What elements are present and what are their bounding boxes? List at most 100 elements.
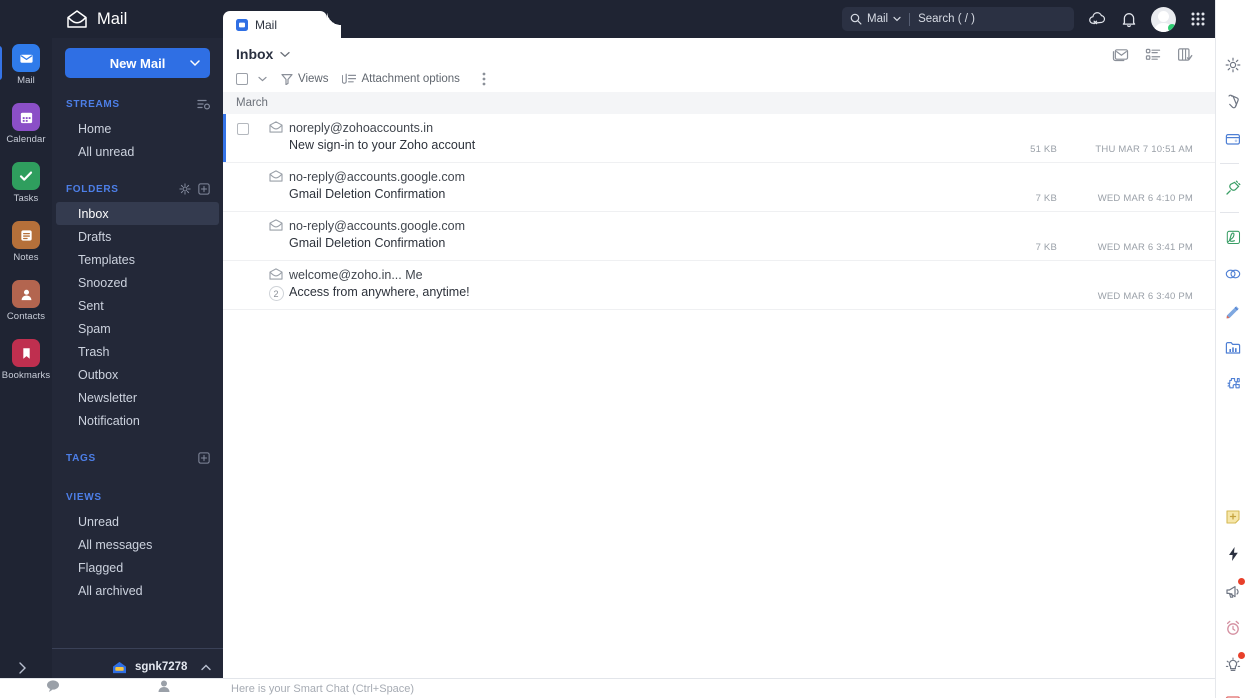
app-rail-item-tasks[interactable]: Tasks — [0, 162, 52, 204]
tab-mail-label: Mail — [255, 17, 278, 32]
calendar-icon — [12, 103, 40, 131]
message-row-select[interactable] — [223, 114, 263, 162]
message-row[interactable]: noreply@zohoaccounts.in New sign-in to yo… — [223, 114, 1215, 163]
page-title: Inbox — [236, 46, 274, 62]
envelope-open-icon[interactable] — [269, 219, 283, 231]
folder-item-inbox[interactable]: Inbox — [56, 202, 219, 225]
account-section: sgnk7278 — [52, 648, 223, 678]
message-sender: welcome@zoho.in... Me — [289, 268, 423, 282]
gear-icon[interactable] — [179, 183, 191, 195]
select-all-checkbox[interactable] — [236, 73, 267, 85]
app-rail-item-contacts[interactable]: Contacts — [0, 280, 52, 322]
chevron-down-icon[interactable] — [893, 16, 901, 22]
stream-item-all-unread[interactable]: All unread — [56, 140, 219, 163]
chevron-down-icon[interactable] — [258, 76, 267, 82]
plug-icon[interactable] — [1220, 175, 1246, 201]
folder-item-sent[interactable]: Sent — [56, 294, 219, 317]
link-chain-icon[interactable] — [1220, 261, 1246, 287]
avatar[interactable] — [1151, 6, 1176, 32]
view-item-flagged[interactable]: Flagged — [56, 556, 219, 579]
right-rail-spacer — [1220, 409, 1246, 504]
bottom-contacts[interactable]: Contacts — [148, 679, 181, 698]
message-checkbox[interactable] — [237, 123, 249, 135]
folder-item-label: Drafts — [78, 229, 112, 244]
app-rail-item-mail[interactable]: Mail — [0, 44, 52, 86]
folder-item-drafts[interactable]: Drafts — [56, 225, 219, 248]
views-button[interactable]: Views — [281, 73, 328, 85]
megaphone-icon[interactable] — [1220, 578, 1246, 604]
alarm-clock-icon[interactable] — [1220, 615, 1246, 641]
message-row[interactable]: no-reply@accounts.google.com Gmail Deleti… — [223, 163, 1215, 212]
comment-icon[interactable] — [1220, 689, 1246, 698]
bottom-strip: Chats Contacts — [0, 678, 223, 698]
chevron-up-icon[interactable] — [201, 664, 211, 671]
message-row-texts: welcome@zoho.in... Me Access from anywher… — [289, 268, 470, 309]
folder-item-snoozed[interactable]: Snoozed — [56, 271, 219, 294]
stream-item-home[interactable]: Home — [56, 117, 219, 140]
streams-items: Home All unread — [52, 117, 223, 163]
message-row-select[interactable] — [223, 261, 263, 309]
new-mail-button[interactable]: New Mail — [65, 48, 210, 78]
bottom-chats[interactable]: Chats — [42, 679, 64, 698]
gear-icon[interactable] — [1220, 52, 1246, 78]
folder-item-notification[interactable]: Notification — [56, 409, 219, 432]
app-rail-item-notes[interactable]: Notes — [0, 221, 52, 263]
plus-box-icon[interactable] — [198, 452, 210, 464]
right-rail-divider — [1220, 212, 1239, 213]
split-view-icon[interactable] — [1177, 47, 1193, 62]
puzzle-icon[interactable] — [1220, 372, 1246, 398]
app-rail-item-calendar[interactable]: Calendar — [0, 103, 52, 145]
chevron-down-icon[interactable] — [190, 60, 200, 67]
envelope-open-icon[interactable] — [269, 268, 283, 280]
view-item-all-messages[interactable]: All messages — [56, 533, 219, 556]
message-row-texts: no-reply@accounts.google.com Gmail Deleti… — [289, 219, 465, 260]
compact-view-icon[interactable] — [1112, 47, 1129, 62]
sidebar-expand-button[interactable] — [18, 662, 27, 674]
app-switcher-rail: Mail Calendar Tasks Notes Contacts Bookmarks — [0, 0, 52, 698]
pencil-edit-icon[interactable] — [1220, 298, 1246, 324]
group-header-label: March — [236, 97, 268, 109]
cloud-offline-icon[interactable] — [1088, 11, 1107, 27]
grid-apps-icon[interactable] — [1190, 11, 1206, 27]
plus-box-icon[interactable] — [198, 183, 210, 195]
chevron-down-icon[interactable] — [280, 51, 290, 58]
account-row[interactable]: sgnk7278 — [52, 656, 223, 678]
top-bar: Mail Mail Search ( / ) — [223, 0, 1215, 38]
attachment-options-button[interactable]: Attachment options — [342, 73, 460, 85]
view-item-unread[interactable]: Unread — [56, 510, 219, 533]
message-row-select[interactable] — [223, 163, 263, 211]
message-subject: New sign-in to your Zoho account — [289, 138, 476, 152]
wallet-icon[interactable] — [1220, 126, 1246, 152]
envelope-open-icon[interactable] — [269, 121, 283, 133]
sign-icon[interactable] — [1220, 224, 1246, 250]
stream-filter-icon[interactable] — [197, 98, 210, 110]
message-row-meta: 51 KB THU MAR 7 10:51 AM — [993, 114, 1215, 162]
tab-mail[interactable]: Mail — [223, 11, 327, 38]
list-view-icon[interactable] — [1145, 47, 1161, 62]
clip-vertical-icon[interactable] — [1220, 89, 1246, 115]
bell-icon[interactable] — [1121, 11, 1137, 28]
app-rail-item-bookmarks[interactable]: Bookmarks — [0, 339, 52, 381]
bulb-icon[interactable] — [1220, 652, 1246, 678]
message-row[interactable]: no-reply@accounts.google.com Gmail Deleti… — [223, 212, 1215, 261]
lightning-icon[interactable] — [1220, 541, 1246, 567]
view-item-all-archived[interactable]: All archived — [56, 579, 219, 602]
folder-item-spam[interactable]: Spam — [56, 317, 219, 340]
filter-icon — [281, 73, 293, 85]
folder-item-newsletter[interactable]: Newsletter — [56, 386, 219, 409]
message-row-select[interactable] — [223, 212, 263, 260]
message-size: 7 KB — [1035, 241, 1057, 253]
message-row[interactable]: 2 welcome@zoho.in... Me Access from anywhe… — [223, 261, 1215, 310]
folder-item-templates[interactable]: Templates — [56, 248, 219, 271]
search-scope-label[interactable]: Mail — [867, 13, 888, 25]
folder-item-trash[interactable]: Trash — [56, 340, 219, 363]
envelope-open-icon[interactable] — [269, 170, 283, 182]
search-input[interactable]: Mail Search ( / ) — [842, 7, 1074, 31]
more-vertical-icon[interactable] — [482, 72, 486, 86]
chart-folder-icon[interactable] — [1220, 335, 1246, 361]
app-rail-label: Bookmarks — [1, 370, 51, 381]
folder-item-outbox[interactable]: Outbox — [56, 363, 219, 386]
sticky-note-plus-icon[interactable] — [1220, 504, 1246, 530]
checkbox-box[interactable] — [236, 73, 248, 85]
smart-chat-bar[interactable]: Here is your Smart Chat (Ctrl+Space) — [223, 678, 1215, 698]
